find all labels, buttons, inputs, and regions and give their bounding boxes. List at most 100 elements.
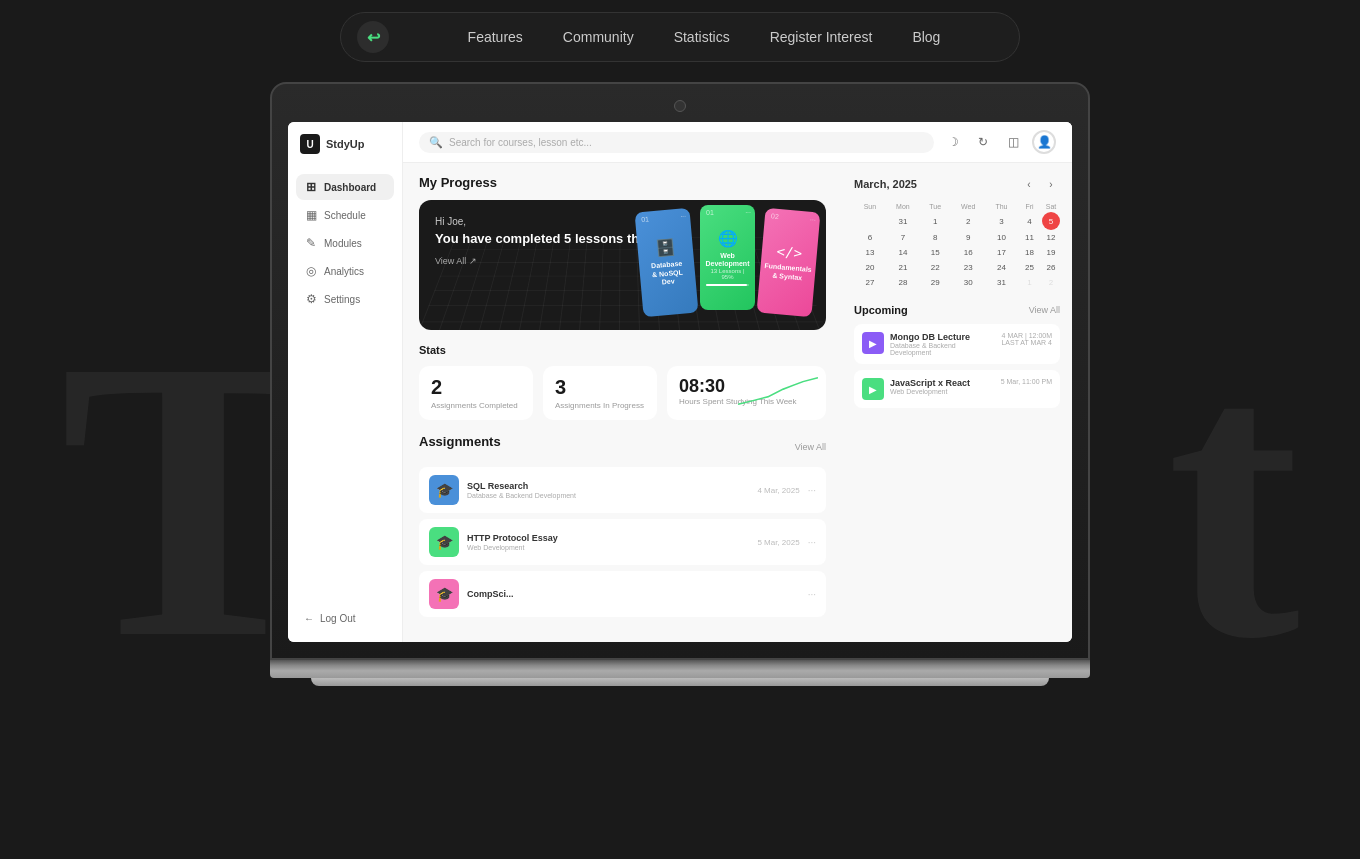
logo-icon: ↩ <box>367 28 380 47</box>
calendar-day[interactable]: 26 <box>1042 260 1060 275</box>
nav-items: Features Community Statistics Register I… <box>405 23 1003 51</box>
nav-blog[interactable]: Blog <box>894 23 958 51</box>
calendar-day[interactable]: 3 <box>986 212 1017 230</box>
laptop-foot <box>311 678 1049 686</box>
logout-button[interactable]: ← Log Out <box>296 607 394 630</box>
assignment-sub-http: Web Development <box>467 544 749 551</box>
calendar-day[interactable]: 31 <box>986 275 1017 290</box>
calendar-title: March, 2025 <box>854 178 917 190</box>
calendar-day[interactable]: 14 <box>886 245 920 260</box>
search-bar[interactable]: 🔍 Search for courses, lesson etc... <box>419 132 934 153</box>
analytics-icon: ◎ <box>304 264 318 278</box>
page-title: My Progress <box>419 175 826 190</box>
calendar-day[interactable]: 7 <box>886 230 920 245</box>
theme-toggle-icon[interactable]: ☽ <box>942 131 964 153</box>
sidebar-item-settings[interactable]: ⚙ Settings <box>296 286 394 312</box>
calendar-day[interactable]: 27 <box>854 275 886 290</box>
calendar-day[interactable]: 18 <box>1017 245 1042 260</box>
user-avatar[interactable]: 👤 <box>1032 130 1056 154</box>
search-placeholder: Search for courses, lesson etc... <box>449 137 592 148</box>
calendar-day[interactable]: 2 <box>1042 275 1060 290</box>
sidebar-item-label: Analytics <box>324 266 364 277</box>
stats-row: 2 Assignments Completed 3 Assignments In… <box>419 366 826 420</box>
calendar-day[interactable]: 23 <box>951 260 986 275</box>
assignment-sub-sql: Database & Backend Development <box>467 492 749 499</box>
upcoming-time-react: 5 Mar, 11:00 PM <box>1001 378 1052 385</box>
calendar-day[interactable]: 30 <box>951 275 986 290</box>
nav-statistics[interactable]: Statistics <box>656 23 748 51</box>
assignment-title-http: HTTP Protocol Essay <box>467 533 749 543</box>
cal-day-thu: Thu <box>986 201 1017 212</box>
calendar-day[interactable]: 13 <box>854 245 886 260</box>
calendar-day[interactable]: 12 <box>1042 230 1060 245</box>
refresh-icon[interactable]: ↻ <box>972 131 994 153</box>
assignment-date-http: 5 Mar, 2025 <box>757 538 799 547</box>
calendar-day[interactable]: 1 <box>1017 275 1042 290</box>
cal-day-wed: Wed <box>951 201 986 212</box>
upcoming-time-mongodb: 4 MAR | 12:00M LAST AT MAR 4 <box>1001 332 1052 346</box>
calendar-day[interactable]: 15 <box>920 245 951 260</box>
calendar-day[interactable]: 16 <box>951 245 986 260</box>
assignment-title-compsci: CompSci... <box>467 589 800 599</box>
calendar-day[interactable]: 2 <box>951 212 986 230</box>
calendar-day[interactable]: 28 <box>886 275 920 290</box>
calendar-day[interactable]: 9 <box>951 230 986 245</box>
calendar-day[interactable]: 1 <box>920 212 951 230</box>
stat-assignments-completed: 2 Assignments Completed <box>419 366 533 420</box>
sidebar-item-label: Schedule <box>324 210 366 221</box>
laptop-base <box>270 660 1090 678</box>
sidebar-item-schedule[interactable]: ▦ Schedule <box>296 202 394 228</box>
assignment-item-sql: 🎓 SQL Research Database & Backend Develo… <box>419 467 826 513</box>
stat-completed-value: 2 <box>431 376 521 399</box>
calendar-day[interactable]: 4 <box>1017 212 1042 230</box>
calendar-day[interactable]: 24 <box>986 260 1017 275</box>
assignment-icon-compsci: 🎓 <box>429 579 459 609</box>
sidebar-item-label: Modules <box>324 238 362 249</box>
notification-icon[interactable]: ◫ <box>1002 131 1024 153</box>
calendar-day[interactable]: 10 <box>986 230 1017 245</box>
calendar-next-button[interactable]: › <box>1042 175 1060 193</box>
assignments-title: Assignments <box>419 434 501 449</box>
progress-hero-card: Hi Joe, You have completed 5 lessons thi… <box>419 200 826 330</box>
upcoming-name-react: JavaScript x React <box>890 378 995 388</box>
calendar-grid: Sun Mon Tue Wed Thu Fri Sat <box>854 201 1060 290</box>
nav-register[interactable]: Register Interest <box>752 23 891 51</box>
hero-cards: 01 ··· 🗄️ Database& NoSQL Dev 01 ··· <box>639 210 816 315</box>
sidebar-item-modules[interactable]: ✎ Modules <box>296 230 394 256</box>
sidebar-item-dashboard[interactable]: ⊞ Dashboard <box>296 174 394 200</box>
logout-icon: ← <box>304 613 314 624</box>
assignment-date-sql: 4 Mar, 2025 <box>757 486 799 495</box>
calendar-day[interactable]: 29 <box>920 275 951 290</box>
upcoming-view-all[interactable]: View All <box>1029 305 1060 315</box>
calendar-day[interactable]: 31 <box>886 212 920 230</box>
calendar-day[interactable]: 19 <box>1042 245 1060 260</box>
sidebar-item-analytics[interactable]: ◎ Analytics <box>296 258 394 284</box>
calendar-day[interactable]: 6 <box>854 230 886 245</box>
calendar-day[interactable]: 17 <box>986 245 1017 260</box>
hero-card-fundamentals: 02 ··· </> Fundamentals& Syntax <box>757 208 821 317</box>
calendar-day[interactable]: 25 <box>1017 260 1042 275</box>
calendar-day[interactable]: 22 <box>920 260 951 275</box>
calendar-day[interactable] <box>854 212 886 230</box>
cal-day-mon: Mon <box>886 201 920 212</box>
assignments-view-all[interactable]: View All <box>795 442 826 452</box>
assignment-menu-sql[interactable]: ··· <box>808 485 816 496</box>
calendar-day[interactable]: 20 <box>854 260 886 275</box>
calendar-prev-button[interactable]: ‹ <box>1020 175 1038 193</box>
calendar-day[interactable]: 5 <box>1042 212 1060 230</box>
assignment-icon-sql: 🎓 <box>429 475 459 505</box>
nav-community[interactable]: Community <box>545 23 652 51</box>
assignment-menu-http[interactable]: ··· <box>808 537 816 548</box>
upcoming-item-react: ▶ JavaScript x React Web Development 5 M… <box>854 370 1060 408</box>
nav-features[interactable]: Features <box>450 23 541 51</box>
assignment-info-compsci: CompSci... <box>467 589 800 599</box>
right-panel: March, 2025 ‹ › Sun <box>842 163 1072 642</box>
calendar-day[interactable]: 11 <box>1017 230 1042 245</box>
hero-card-webdev: 01 ··· 🌐 WebDevelopment 13 Lessons | 95% <box>700 205 755 310</box>
calendar-day[interactable]: 21 <box>886 260 920 275</box>
upcoming-icon-mongodb: ▶ <box>862 332 884 354</box>
upcoming-icon-react: ▶ <box>862 378 884 400</box>
upcoming-item-mongodb: ▶ Mongo DB Lecture Database & Backend De… <box>854 324 1060 364</box>
assignment-menu-compsci[interactable]: ··· <box>808 589 816 600</box>
calendar-day[interactable]: 8 <box>920 230 951 245</box>
